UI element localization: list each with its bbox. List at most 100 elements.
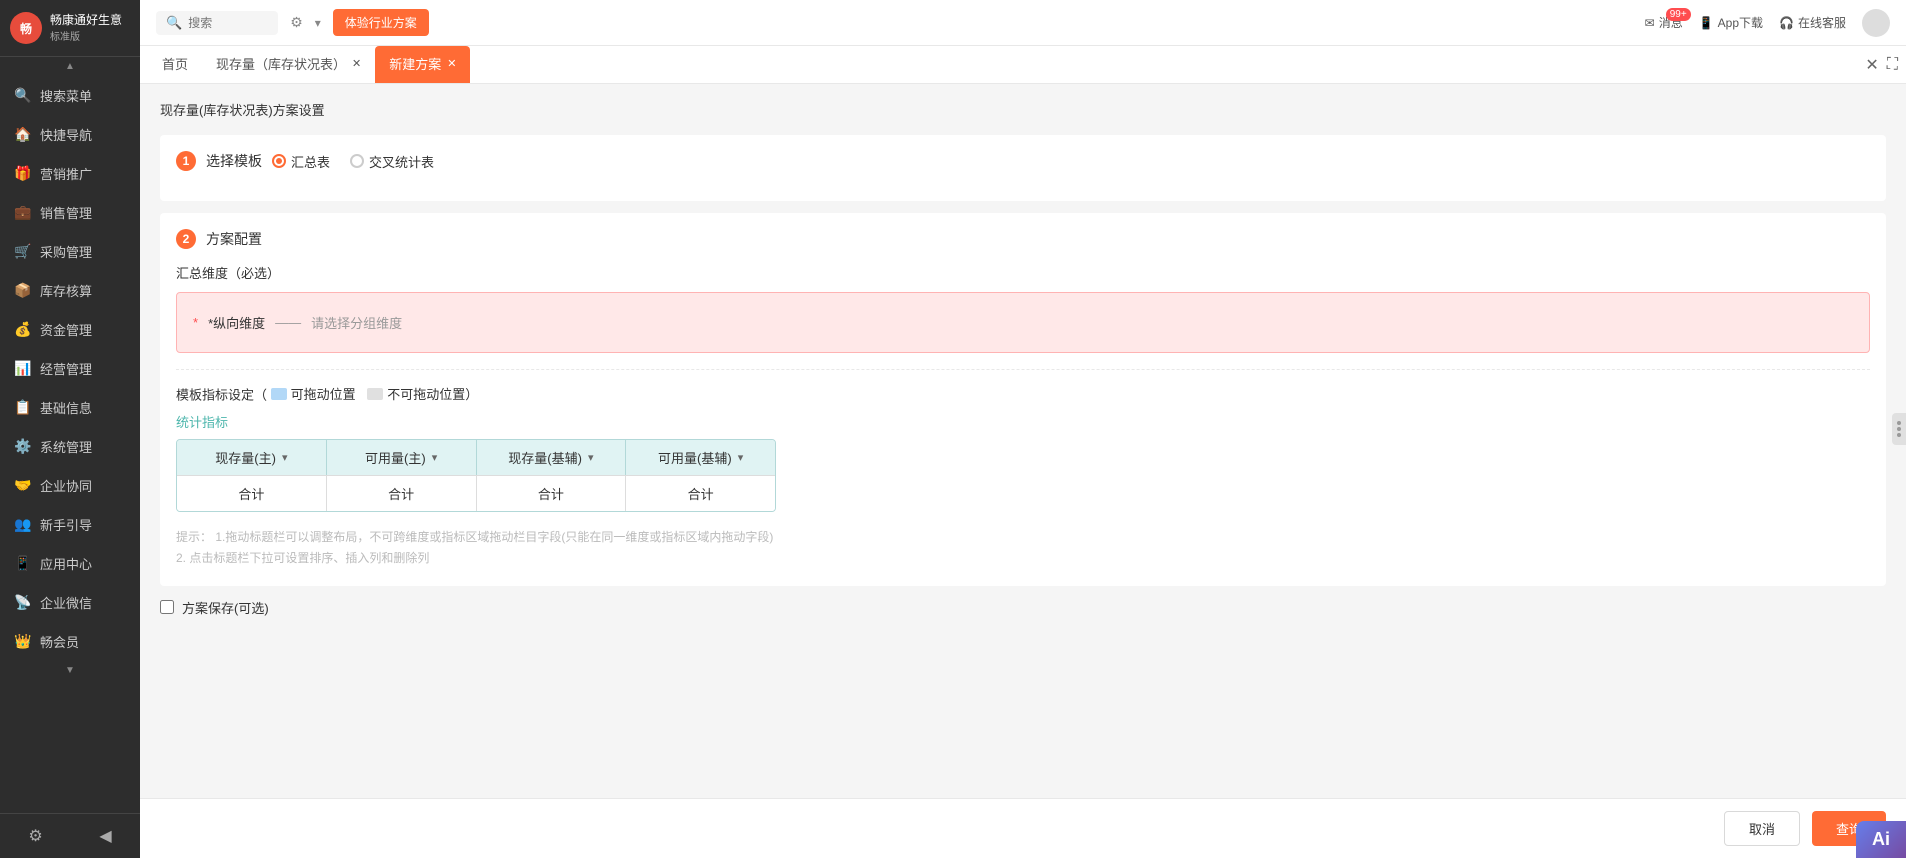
ai-badge[interactable]: Ai (1856, 821, 1906, 858)
sidebar-bottom: ⚙ ◀ (0, 813, 140, 858)
step1-number: 1 (176, 151, 196, 171)
stat-section-label: 统计指标 (176, 412, 1870, 431)
dim-label: *纵向维度 (208, 313, 265, 332)
settings-button[interactable]: ⚙ (20, 822, 50, 850)
divider-1 (176, 369, 1870, 370)
draggable-legend-box (271, 388, 287, 400)
radio-summary[interactable]: 汇总表 (272, 152, 330, 171)
sidebar-item-inventory[interactable]: 📦 库存核算 (0, 271, 140, 310)
col-name-0: 现存量(主) (215, 448, 276, 467)
sidebar-item-wechat[interactable]: 📡 企业微信 (0, 583, 140, 622)
stat-cell-2: 合计 (477, 476, 627, 511)
gear-icon[interactable]: ⚙ (290, 14, 303, 31)
sidebar-item-label: 经营管理 (40, 359, 92, 378)
right-scroll-handle[interactable] (1892, 413, 1906, 445)
step2-label: 方案配置 (206, 229, 262, 249)
stat-table-row-0: 合计 合计 合计 合计 (177, 475, 775, 511)
sidebar-item-newbie[interactable]: 👥 新手引导 (0, 505, 140, 544)
sidebar-item-operations[interactable]: 📊 经营管理 (0, 349, 140, 388)
col-header-0[interactable]: 现存量(主) ▾ (177, 440, 327, 475)
quick-nav-icon: 🏠 (14, 126, 32, 143)
tip-2: 2. 点击标题栏下拉可设置排序、插入列和删除列 (176, 549, 1870, 566)
indicator-label-text: 模板指标设定（ (176, 388, 267, 403)
step1-section: 1 选择模板 汇总表 交叉统计表 (160, 135, 1886, 201)
sidebar-item-label: 快捷导航 (40, 125, 92, 144)
sidebar-item-marketing[interactable]: 🎁 营销推广 (0, 154, 140, 193)
indicator-setting-label: 模板指标设定（ 可拖动位置 不可拖动位置） (176, 384, 1870, 404)
corp-icon: 🤝 (14, 477, 32, 494)
sidebar-item-finance[interactable]: 💰 资金管理 (0, 310, 140, 349)
cancel-button[interactable]: 取消 (1724, 811, 1800, 846)
dimension-row: * *纵向维度 —— 请选择分组维度 (193, 313, 1853, 332)
marketing-icon: 🎁 (14, 165, 32, 182)
tab-home[interactable]: 首页 (148, 46, 202, 83)
inventory-tab-label: 现存量（库存状况表） (216, 54, 346, 73)
non-draggable-legend-text: 不可拖动位置） (387, 384, 478, 403)
sidebar-item-label: 库存核算 (40, 281, 92, 300)
app-version: 标准版 (50, 28, 122, 43)
sidebar-item-member[interactable]: 👑 畅会员 (0, 622, 140, 661)
sidebar-scroll-up[interactable]: ▲ (0, 57, 140, 76)
app-center-icon: 📱 (14, 555, 32, 572)
col-header-2[interactable]: 现存量(基辅) ▾ (477, 440, 627, 475)
sidebar-item-system[interactable]: ⚙️ 系统管理 (0, 427, 140, 466)
app-icon: 📱 (1699, 16, 1714, 30)
inventory-tab-close[interactable]: ✕ (352, 57, 361, 70)
user-avatar[interactable] (1862, 9, 1890, 37)
radio-summary-label: 汇总表 (291, 152, 330, 171)
dim-placeholder[interactable]: 请选择分组维度 (311, 313, 402, 332)
sidebar-item-purchase[interactable]: 🛒 采购管理 (0, 232, 140, 271)
sidebar-item-app-center[interactable]: 📱 应用中心 (0, 544, 140, 583)
search-box[interactable]: 🔍 (156, 11, 278, 35)
window-expand-icon[interactable]: ⛶ (1887, 56, 1898, 74)
collapse-button[interactable]: ◀ (91, 822, 119, 850)
dropdown-icon[interactable]: ▾ (315, 16, 321, 30)
sidebar-item-sales[interactable]: 💼 销售管理 (0, 193, 140, 232)
sidebar-item-quick-nav[interactable]: 🏠 快捷导航 (0, 115, 140, 154)
tab-new-plan[interactable]: 新建方案 ✕ (375, 46, 470, 83)
tab-inventory-status[interactable]: 现存量（库存状况表） ✕ (202, 46, 375, 83)
service-icon: 🎧 (1779, 16, 1794, 30)
sidebar-item-basic-info[interactable]: 📋 基础信息 (0, 388, 140, 427)
online-service-button[interactable]: 🎧 在线客服 (1779, 14, 1846, 31)
col-chevron-3[interactable]: ▾ (738, 451, 744, 464)
window-close-icon[interactable]: ✕ (1865, 55, 1878, 75)
col-chevron-2[interactable]: ▾ (588, 451, 594, 464)
col-chevron-0[interactable]: ▾ (282, 451, 288, 464)
col-header-1[interactable]: 可用量(主) ▾ (327, 440, 477, 475)
content-area: 现存量(库存状况表)方案设置 1 选择模板 汇总表 交叉统计表 (140, 84, 1906, 798)
save-checkbox[interactable] (160, 600, 174, 614)
draggable-legend-text: 可拖动位置 (291, 384, 356, 403)
search-input[interactable] (188, 16, 268, 30)
col-chevron-1[interactable]: ▾ (432, 451, 438, 464)
sidebar-item-corp[interactable]: 🤝 企业协同 (0, 466, 140, 505)
col-header-3[interactable]: 可用量(基辅) ▾ (626, 440, 775, 475)
sidebar-scroll-down[interactable]: ▼ (0, 661, 140, 680)
save-option-row: 方案保存(可选) (160, 598, 1886, 617)
tip-1: 提示： 1.拖动标题栏可以调整布局，不可跨维度或指标区域拖动栏目字段(只能在同一… (176, 528, 1870, 545)
step1-label: 选择模板 (206, 151, 262, 171)
sidebar-item-label: 企业微信 (40, 593, 92, 612)
sidebar-item-label: 畅会员 (40, 632, 79, 651)
sales-icon: 💼 (14, 204, 32, 221)
sidebar-item-label: 采购管理 (40, 242, 92, 261)
new-plan-tab-close[interactable]: ✕ (447, 57, 456, 70)
save-label: 方案保存(可选) (182, 598, 269, 617)
trial-button[interactable]: 体验行业方案 (333, 9, 429, 36)
wechat-icon: 📡 (14, 594, 32, 611)
sidebar-item-search-menu[interactable]: 🔍 搜索菜单 (0, 76, 140, 115)
newbie-icon: 👥 (14, 516, 32, 533)
col-name-3: 可用量(基辅) (658, 448, 732, 467)
finance-icon: 💰 (14, 321, 32, 338)
tips-section: 提示： 1.拖动标题栏可以调整布局，不可跨维度或指标区域拖动栏目字段(只能在同一… (176, 528, 1870, 566)
radio-cross[interactable]: 交叉统计表 (350, 152, 434, 171)
app-download-button[interactable]: 📱 App下载 (1699, 14, 1763, 31)
topbar: 🔍 ⚙ ▾ 体验行业方案 ✉ 消息 99+ 📱 App下载 🎧 在线客服 (140, 0, 1906, 46)
sidebar-item-label: 系统管理 (40, 437, 92, 456)
topbar-right: ✉ 消息 99+ 📱 App下载 🎧 在线客服 (1645, 9, 1890, 37)
radio-summary-circle (272, 154, 286, 168)
message-button[interactable]: ✉ 消息 99+ (1645, 14, 1683, 31)
stat-table-header: 现存量(主) ▾ 可用量(主) ▾ 现存量(基辅) ▾ 可用量(基辅) ▾ (177, 440, 775, 475)
message-icon: ✉ (1645, 16, 1655, 30)
radio-cross-label: 交叉统计表 (369, 152, 434, 171)
